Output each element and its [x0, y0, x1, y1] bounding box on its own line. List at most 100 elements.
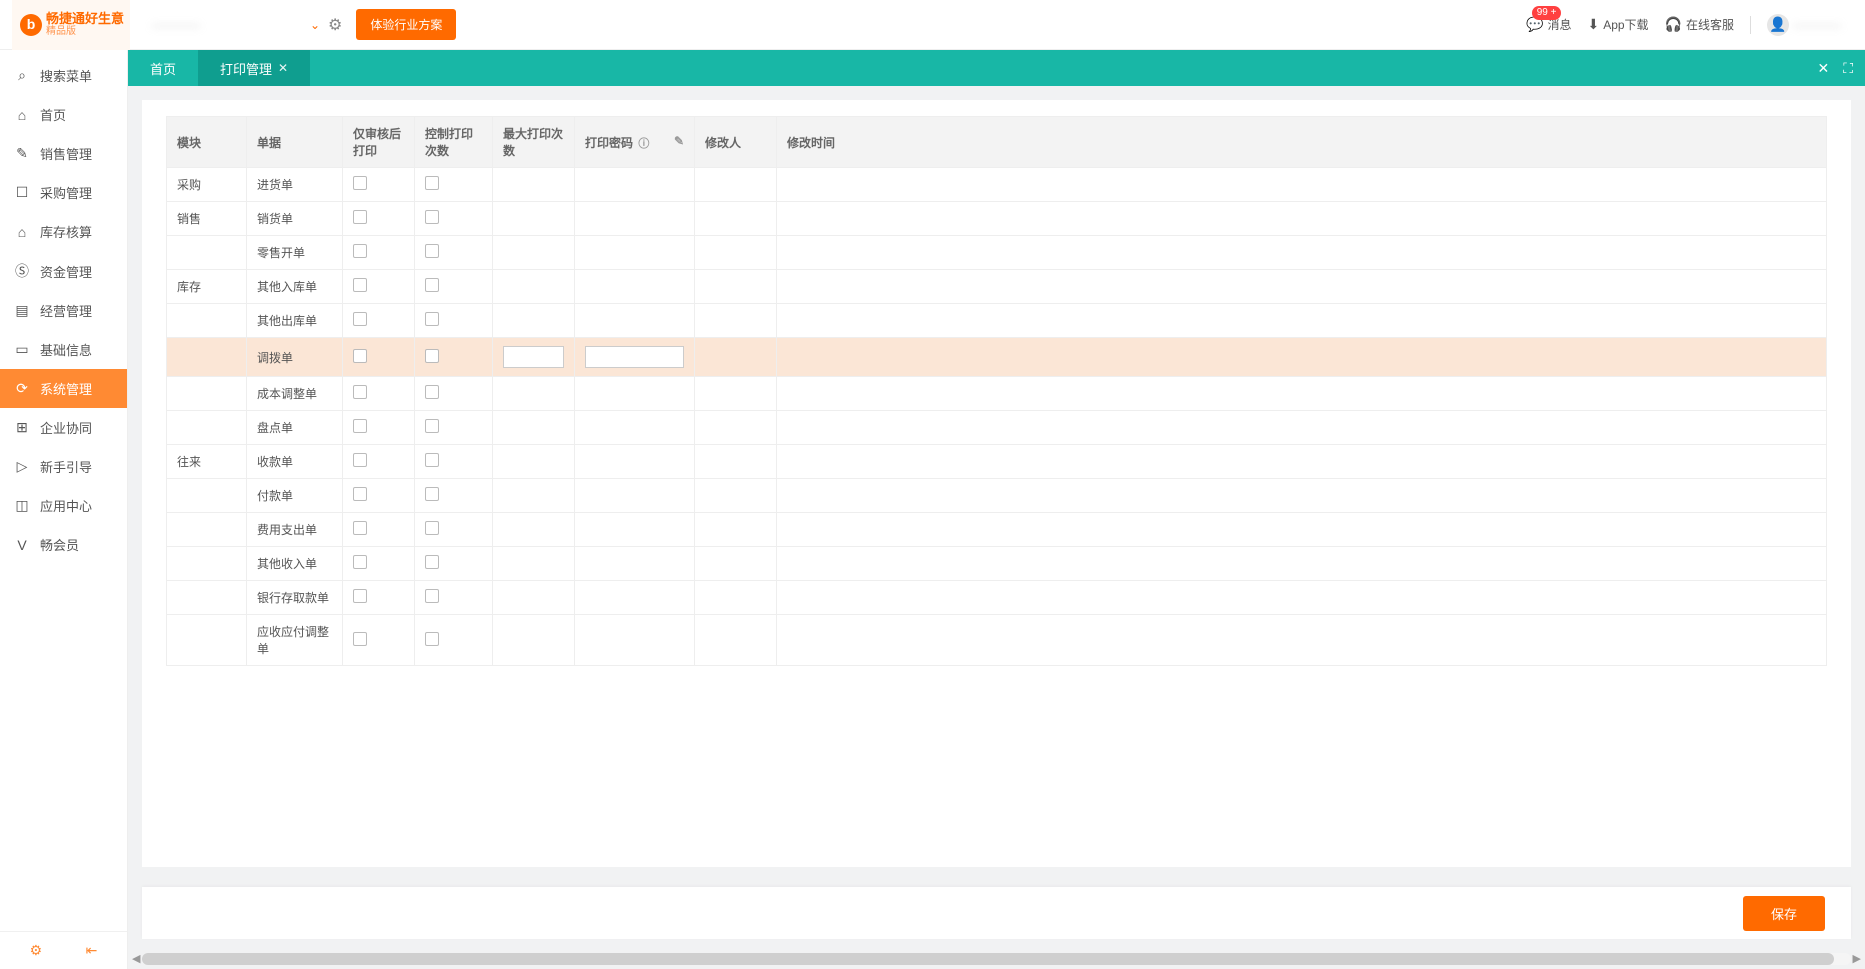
- edit-column-icon[interactable]: ✎: [674, 134, 684, 148]
- experience-plan-button[interactable]: 体验行业方案: [356, 9, 456, 40]
- checkbox[interactable]: [425, 589, 439, 603]
- sidebar-item-1[interactable]: ⌂首页: [0, 95, 127, 134]
- cell-audit-checkbox[interactable]: [343, 581, 415, 615]
- scrollbar-thumb[interactable]: [142, 953, 1834, 965]
- checkbox[interactable]: [425, 349, 439, 363]
- checkbox[interactable]: [425, 385, 439, 399]
- cell-audit-checkbox[interactable]: [343, 377, 415, 411]
- tab-1[interactable]: 打印管理✕: [198, 50, 310, 86]
- fullscreen-icon[interactable]: ⛶: [1843, 60, 1853, 77]
- cell-audit-checkbox[interactable]: [343, 338, 415, 377]
- cell-control-checkbox[interactable]: [415, 513, 493, 547]
- cell-control-checkbox[interactable]: [415, 547, 493, 581]
- cell-control-checkbox[interactable]: [415, 304, 493, 338]
- cell-audit-checkbox[interactable]: [343, 304, 415, 338]
- cell-audit-checkbox[interactable]: [343, 513, 415, 547]
- checkbox[interactable]: [353, 312, 367, 326]
- scroll-left-icon[interactable]: ◀: [132, 952, 140, 965]
- messages-button[interactable]: 💬 99 + 消息: [1526, 16, 1571, 33]
- cell-audit-checkbox[interactable]: [343, 202, 415, 236]
- cell-control-checkbox[interactable]: [415, 202, 493, 236]
- online-service-button[interactable]: 🎧 在线客服: [1665, 16, 1734, 33]
- info-icon[interactable]: ⓘ: [638, 138, 649, 150]
- sidebar-item-8[interactable]: ⟳系统管理: [0, 369, 127, 408]
- cell-audit-checkbox[interactable]: [343, 615, 415, 666]
- sidebar-item-7[interactable]: ▭基础信息: [0, 330, 127, 369]
- checkbox[interactable]: [353, 453, 367, 467]
- sidebar-item-12[interactable]: V畅会员: [0, 525, 127, 564]
- sidebar-collapse-icon[interactable]: ⇤: [86, 942, 98, 959]
- checkbox[interactable]: [425, 555, 439, 569]
- sidebar-item-6[interactable]: ▤经营管理: [0, 291, 127, 330]
- checkbox[interactable]: [425, 244, 439, 258]
- checkbox[interactable]: [425, 521, 439, 535]
- sidebar-item-0[interactable]: ⌕搜索菜单: [0, 56, 127, 95]
- sidebar-item-4[interactable]: ⌂库存核算: [0, 212, 127, 251]
- checkbox[interactable]: [425, 487, 439, 501]
- cell-control-checkbox[interactable]: [415, 479, 493, 513]
- cell-control-checkbox[interactable]: [415, 411, 493, 445]
- cell-control-checkbox[interactable]: [415, 377, 493, 411]
- checkbox[interactable]: [353, 487, 367, 501]
- checkbox[interactable]: [425, 419, 439, 433]
- sidebar-item-11[interactable]: ◫应用中心: [0, 486, 127, 525]
- tab-0[interactable]: 首页: [128, 50, 198, 86]
- cell-control-checkbox[interactable]: [415, 445, 493, 479]
- tab-label: 首页: [150, 59, 176, 78]
- sidebar: ⌕搜索菜单⌂首页✎销售管理☐采购管理⌂库存核算Ⓢ资金管理▤经营管理▭基础信息⟳系…: [0, 50, 128, 969]
- cell-audit-checkbox[interactable]: [343, 236, 415, 270]
- cell-control-checkbox[interactable]: [415, 338, 493, 377]
- checkbox[interactable]: [353, 632, 367, 646]
- checkbox[interactable]: [353, 210, 367, 224]
- sidebar-item-9[interactable]: ⊞企业协同: [0, 408, 127, 447]
- cell-control-checkbox[interactable]: [415, 581, 493, 615]
- cell-control-checkbox[interactable]: [415, 236, 493, 270]
- checkbox[interactable]: [353, 555, 367, 569]
- cell-control-checkbox[interactable]: [415, 615, 493, 666]
- cell-control-checkbox[interactable]: [415, 168, 493, 202]
- horizontal-scrollbar[interactable]: ◀ ▶: [142, 953, 1851, 965]
- sidebar-item-2[interactable]: ✎销售管理: [0, 134, 127, 173]
- scroll-right-icon[interactable]: ▶: [1853, 952, 1861, 965]
- checkbox[interactable]: [425, 176, 439, 190]
- sidebar-item-icon: ✎: [14, 145, 30, 162]
- table-row: 成本调整单: [167, 377, 1827, 411]
- checkbox[interactable]: [353, 278, 367, 292]
- tab-close-all-icon[interactable]: ✕: [1817, 60, 1829, 77]
- print-password-input[interactable]: [585, 346, 684, 368]
- cell-control-checkbox[interactable]: [415, 270, 493, 304]
- cell-max-print[interactable]: [493, 338, 575, 377]
- sidebar-settings-icon[interactable]: ⚙: [30, 942, 43, 959]
- company-selector[interactable]: ———— ⌄: [146, 10, 326, 40]
- cell-audit-checkbox[interactable]: [343, 479, 415, 513]
- checkbox[interactable]: [425, 632, 439, 646]
- cell-audit-checkbox[interactable]: [343, 168, 415, 202]
- sidebar-item-5[interactable]: Ⓢ资金管理: [0, 251, 127, 291]
- tab-close-icon[interactable]: ✕: [278, 61, 288, 75]
- checkbox[interactable]: [353, 244, 367, 258]
- app-download-button[interactable]: ⬇ App下载: [1587, 16, 1648, 33]
- save-button[interactable]: 保存: [1743, 896, 1825, 931]
- checkbox[interactable]: [353, 589, 367, 603]
- cell-password[interactable]: [575, 338, 695, 377]
- checkbox[interactable]: [353, 385, 367, 399]
- cell-audit-checkbox[interactable]: [343, 411, 415, 445]
- cell-audit-checkbox[interactable]: [343, 445, 415, 479]
- checkbox[interactable]: [425, 278, 439, 292]
- spacer: [310, 50, 1817, 86]
- checkbox[interactable]: [353, 349, 367, 363]
- checkbox[interactable]: [425, 312, 439, 326]
- cell-audit-checkbox[interactable]: [343, 270, 415, 304]
- max-print-input[interactable]: [503, 346, 564, 368]
- user-menu[interactable]: 👤 ————: [1767, 14, 1853, 36]
- checkbox[interactable]: [425, 453, 439, 467]
- sidebar-item-10[interactable]: ▷新手引导: [0, 447, 127, 486]
- settings-icon[interactable]: ⚙: [328, 15, 342, 35]
- checkbox[interactable]: [353, 419, 367, 433]
- cell-audit-checkbox[interactable]: [343, 547, 415, 581]
- checkbox[interactable]: [425, 210, 439, 224]
- sidebar-item-3[interactable]: ☐采购管理: [0, 173, 127, 212]
- checkbox[interactable]: [353, 176, 367, 190]
- checkbox[interactable]: [353, 521, 367, 535]
- cell-module: 采购: [167, 168, 247, 202]
